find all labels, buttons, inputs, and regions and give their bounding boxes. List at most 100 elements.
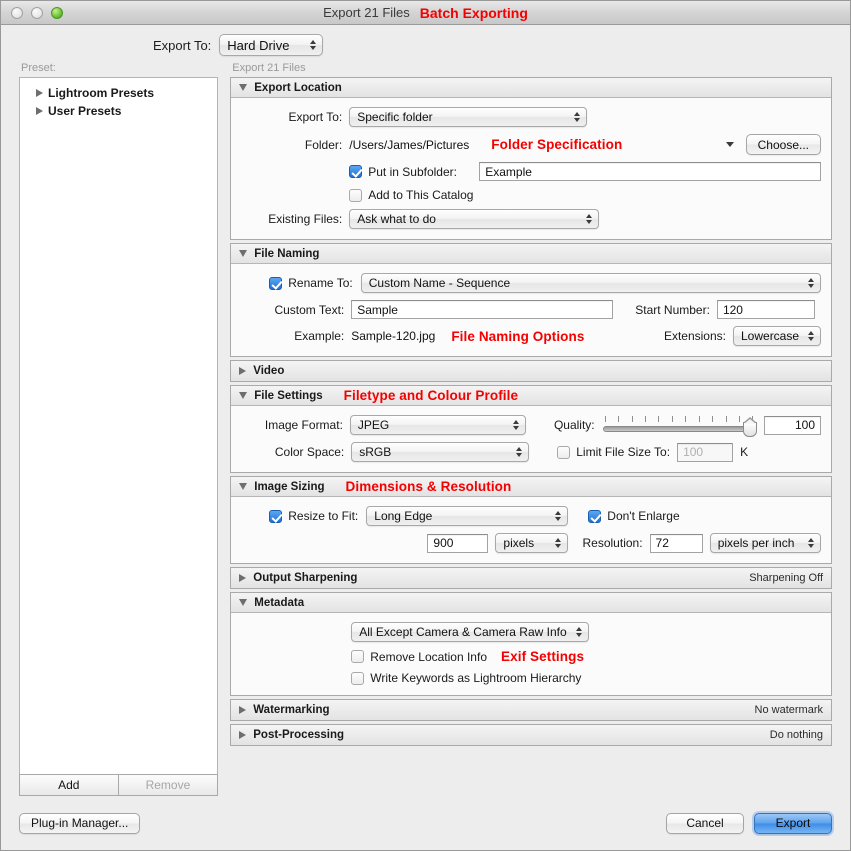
resolution-unit-value: pixels per inch	[717, 536, 795, 550]
chevron-down-icon	[239, 599, 248, 606]
stepper-arrows-icon	[576, 627, 583, 637]
preset-group-user[interactable]: User Presets	[20, 102, 217, 120]
cancel-button[interactable]: Cancel	[666, 812, 744, 834]
resize-mode-select[interactable]: Long Edge	[366, 506, 569, 526]
start-number-label: Start Number:	[635, 302, 710, 317]
custom-text-input[interactable]: Sample	[351, 300, 614, 319]
checkbox-icon	[349, 165, 363, 178]
limit-file-size-input[interactable]: 100	[677, 442, 734, 462]
minimize-icon[interactable]	[31, 6, 43, 19]
rename-template-select[interactable]: Custom Name - Sequence	[360, 273, 821, 293]
resize-to-fit-checkbox[interactable]: Resize to Fit:	[269, 509, 358, 523]
stepper-arrows-icon	[310, 40, 317, 50]
section-title: File Settings	[254, 389, 323, 402]
export-to-label: Export To:	[288, 110, 343, 124]
start-number-value: 120	[722, 302, 743, 317]
rename-to-checkbox[interactable]: Rename To:	[269, 276, 353, 290]
resolution-unit-select[interactable]: pixels per inch	[709, 533, 821, 553]
section-status: No watermark	[754, 704, 823, 716]
stepper-arrows-icon	[808, 278, 814, 288]
section-header-image-sizing[interactable]: Image Sizing Dimensions & Resolution	[231, 477, 831, 497]
section-header-post-processing[interactable]: Post-Processing Do nothing	[231, 725, 831, 745]
checkbox-icon	[588, 509, 602, 523]
size-unit-value: pixels	[503, 536, 535, 550]
export-to-select[interactable]: Hard Drive	[219, 34, 324, 56]
section-header-file-naming[interactable]: File Naming	[231, 244, 831, 264]
export-to-folder-select[interactable]: Specific folder	[349, 107, 588, 127]
put-in-subfolder-label: Put in Subfolder:	[368, 164, 457, 179]
write-keywords-checkbox[interactable]: Write Keywords as Lightroom Hierarchy	[351, 671, 581, 685]
choose-folder-button[interactable]: Choose...	[745, 134, 821, 155]
add-to-catalog-row: Add to This Catalog	[241, 188, 821, 202]
stepper-arrows-icon	[554, 538, 561, 548]
size-value: 900	[433, 536, 454, 550]
close-icon[interactable]	[11, 6, 23, 19]
stepper-arrows-icon	[512, 420, 519, 430]
checkbox-icon	[269, 276, 283, 290]
example-row: Example: Sample-120.jpg File Naming Opti…	[241, 326, 821, 346]
section-header-metadata[interactable]: Metadata	[231, 593, 831, 613]
image-format-label: Image Format:	[264, 418, 343, 432]
section-header-watermarking[interactable]: Watermarking No watermark	[231, 700, 831, 720]
section-status: Do nothing	[769, 729, 823, 741]
example-label: Example:	[294, 329, 345, 343]
extensions-select[interactable]: Lowercase	[733, 326, 821, 346]
section-status: Sharpening Off	[749, 572, 823, 584]
quality-label: Quality:	[553, 418, 595, 432]
image-format-select[interactable]: JPEG	[349, 415, 526, 435]
export-button[interactable]: Export	[754, 812, 832, 834]
slider-track	[602, 426, 756, 432]
plugin-manager-button[interactable]: Plug-in Manager...	[19, 812, 141, 834]
metadata-value: All Except Camera & Camera Raw Info	[359, 625, 567, 639]
folder-annotation: Folder Specification	[491, 137, 623, 152]
zoom-icon[interactable]	[51, 6, 63, 19]
section-title: Watermarking	[253, 704, 330, 716]
stepper-arrows-icon	[586, 214, 593, 224]
rename-to-label: Rename To:	[288, 276, 353, 290]
color-space-row: Color Space: sRGB Limit File Size To: 10…	[241, 442, 821, 462]
add-to-catalog-checkbox[interactable]: Add to This Catalog	[349, 188, 473, 202]
dont-enlarge-checkbox[interactable]: Don't Enlarge	[588, 509, 680, 523]
section-video: Video	[230, 360, 832, 382]
preset-list[interactable]: Lightroom Presets User Presets	[19, 77, 219, 774]
slider-thumb[interactable]	[742, 417, 757, 437]
existing-files-select[interactable]: Ask what to do	[349, 209, 600, 229]
quality-value-input[interactable]: 100	[763, 415, 821, 435]
section-header-output-sharpening[interactable]: Output Sharpening Sharpening Off	[231, 568, 831, 588]
preset-actions: Add Remove	[19, 774, 219, 796]
subfolder-name-input[interactable]: Example	[479, 162, 821, 181]
chevron-down-icon	[239, 84, 248, 91]
section-title: Output Sharpening	[253, 572, 358, 584]
size-unit-select[interactable]: pixels	[495, 533, 568, 553]
checkbox-icon	[351, 650, 365, 663]
resolution-value: 72	[655, 536, 669, 550]
image-sizing-annotation: Dimensions & Resolution	[345, 479, 512, 494]
title-annotation: Batch Exporting	[419, 4, 528, 21]
metadata-select[interactable]: All Except Camera & Camera Raw Info	[351, 622, 590, 642]
put-in-subfolder-checkbox[interactable]: Put in Subfolder:	[349, 165, 479, 179]
checkbox-icon	[557, 445, 571, 459]
folder-label: Folder:	[304, 137, 343, 152]
window-title: Export 21 Files	[323, 5, 410, 20]
remove-location-checkbox[interactable]: Remove Location Info	[351, 650, 487, 664]
folder-history-chevron-down-icon[interactable]	[725, 142, 734, 147]
add-preset-button[interactable]: Add	[19, 774, 119, 796]
start-number-input[interactable]: 120	[716, 300, 815, 319]
preset-caption: Preset:	[21, 62, 56, 74]
example-value: Sample-120.jpg	[351, 329, 436, 343]
remove-location-label: Remove Location Info	[370, 649, 487, 664]
size-input[interactable]: 900	[427, 533, 489, 553]
limit-file-size-checkbox[interactable]: Limit File Size To:	[557, 445, 670, 459]
resolution-input[interactable]: 72	[649, 533, 703, 553]
quality-slider[interactable]	[602, 416, 757, 437]
title-bar: Export 21 Files Batch Exporting	[1, 1, 850, 25]
section-header-export-location[interactable]: Export Location	[231, 78, 831, 98]
color-space-label: Color Space:	[274, 445, 345, 459]
color-space-select[interactable]: sRGB	[351, 442, 530, 462]
checkbox-icon	[351, 671, 365, 685]
preset-group-lightroom[interactable]: Lightroom Presets	[20, 84, 217, 102]
resize-to-fit-row: Resize to Fit: Long Edge Don't Enlarge	[241, 506, 821, 526]
section-header-video[interactable]: Video	[231, 361, 831, 381]
chevron-right-icon	[36, 107, 43, 115]
section-header-file-settings[interactable]: File Settings Filetype and Colour Profil…	[231, 386, 831, 406]
